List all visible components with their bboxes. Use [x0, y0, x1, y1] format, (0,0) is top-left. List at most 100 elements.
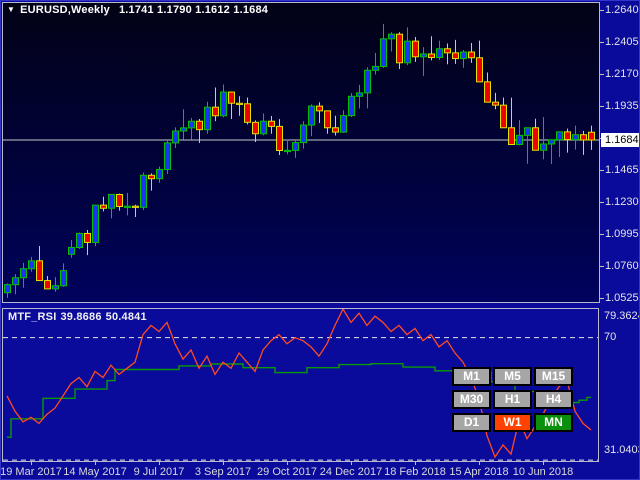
candle-body [460, 51, 467, 60]
chart-symbol-label: EURUSD,Weekly [20, 4, 110, 16]
candle-body [476, 57, 483, 83]
timeframe-button-d1[interactable]: D1 [452, 413, 491, 432]
time-axis-tick [159, 461, 160, 465]
timeframe-button-w1[interactable]: W1 [493, 413, 532, 432]
chart-ohlc-values: 1.1741 1.1790 1.1612 1.1684 [118, 4, 269, 16]
rsi-axis-level-70: 70 [604, 330, 617, 343]
time-axis-tick [415, 461, 416, 465]
candle-body [420, 53, 427, 58]
price-chart-pane [2, 2, 600, 303]
rsi-value-2: 50.4841 [105, 311, 147, 323]
candle-body [180, 127, 187, 132]
candle-body [36, 260, 43, 282]
price-axis-tick [599, 105, 604, 107]
candle-body [524, 127, 531, 136]
candle-body [68, 246, 75, 255]
candle-body [532, 127, 539, 151]
timeframe-button-m15[interactable]: M15 [534, 367, 573, 386]
candle-body [508, 127, 515, 146]
time-axis-label: 15 Apr 2018 [449, 466, 509, 478]
candle-body [372, 65, 379, 71]
candle-body [396, 33, 403, 64]
price-axis-tick [599, 41, 604, 43]
timeframe-panel: M1 M5 M15 M30 H1 H4 D1 W1 MN [452, 367, 573, 432]
price-axis-label: 1.2640 [605, 3, 639, 16]
candle-body [268, 120, 275, 127]
time-axis-label: 3 Sep 2017 [194, 466, 252, 478]
time-axis-tick [95, 461, 96, 465]
candle-body [220, 91, 227, 117]
symbol-dropdown-icon: ▼ [7, 5, 16, 14]
candlestick-chart [3, 23, 599, 298]
candle-body [356, 92, 363, 97]
candle-body [252, 121, 259, 135]
candle-body [148, 174, 155, 180]
price-axis-tick [599, 233, 604, 235]
time-axis-tick [223, 461, 224, 465]
candle-body [76, 232, 83, 248]
candle-body [564, 131, 571, 141]
timeframe-button-h1[interactable]: H1 [493, 390, 532, 409]
time-axis-label: 19 Mar 2017 [0, 466, 62, 478]
price-axis-label: 1.0760 [605, 259, 639, 272]
time-axis-label: 9 Jul 2017 [133, 466, 185, 478]
timeframe-button-m5[interactable]: M5 [493, 367, 532, 386]
candle-body [92, 204, 99, 243]
candle-body [44, 280, 51, 290]
candle-body [212, 106, 219, 117]
candle-body [100, 204, 107, 209]
price-axis-tick [599, 9, 604, 11]
candle-body [404, 40, 411, 64]
candle-body [548, 139, 555, 145]
candle-body [348, 95, 355, 117]
current-price-label: 1.1684 [601, 133, 639, 148]
candle-body [500, 104, 507, 129]
candle-body [292, 142, 299, 151]
candle-body [260, 120, 267, 135]
time-axis-tick [287, 461, 288, 465]
time-axis-label: 24 Dec 2017 [319, 466, 383, 478]
candle-body [60, 270, 67, 287]
candle-body [436, 48, 443, 58]
candle-body [4, 284, 11, 294]
candle-body [452, 52, 459, 60]
price-axis-label: 1.0995 [605, 227, 639, 240]
rsi-axis-max: 79.3624 [604, 310, 640, 322]
candle-body [188, 120, 195, 129]
price-axis-label: 1.2170 [605, 67, 639, 80]
candle-body [300, 124, 307, 144]
timeframe-button-h4[interactable]: H4 [534, 390, 573, 409]
timeframe-button-mn[interactable]: MN [534, 413, 573, 432]
candle-body [140, 174, 147, 208]
timeframe-button-m1[interactable]: M1 [452, 367, 491, 386]
price-axis-label: 1.2405 [605, 35, 639, 48]
price-axis-label: 1.1230 [605, 195, 639, 208]
time-axis-tick [543, 461, 544, 465]
rsi-title: MTF_RSI 39.8686 50.4841 [8, 311, 151, 323]
price-axis-tick [599, 265, 604, 267]
candle-body [428, 53, 435, 58]
time-axis-tick [479, 461, 480, 465]
candle-body [492, 101, 499, 106]
candle-body [196, 120, 203, 131]
candle-body [124, 205, 131, 208]
candle-body [28, 260, 35, 270]
time-axis-tick [31, 461, 32, 465]
candle-body [364, 69, 371, 94]
candle-body [116, 193, 123, 207]
candle-body [228, 91, 235, 104]
price-axis-tick [599, 169, 604, 171]
candle-body [468, 51, 475, 59]
candle-body [484, 81, 491, 103]
timeframe-button-m30[interactable]: M30 [452, 390, 491, 409]
candle-body [308, 105, 315, 126]
candle-body [108, 193, 115, 209]
rsi-indicator-name: MTF_RSI [8, 311, 57, 323]
price-axis-label: 1.1465 [605, 163, 639, 176]
candle-body [444, 48, 451, 54]
price-axis-tick [599, 73, 604, 75]
time-axis-label: 18 Feb 2018 [384, 466, 446, 478]
candle-body [84, 232, 91, 243]
candle-body [556, 131, 563, 141]
time-axis-label: 14 May 2017 [63, 466, 127, 478]
